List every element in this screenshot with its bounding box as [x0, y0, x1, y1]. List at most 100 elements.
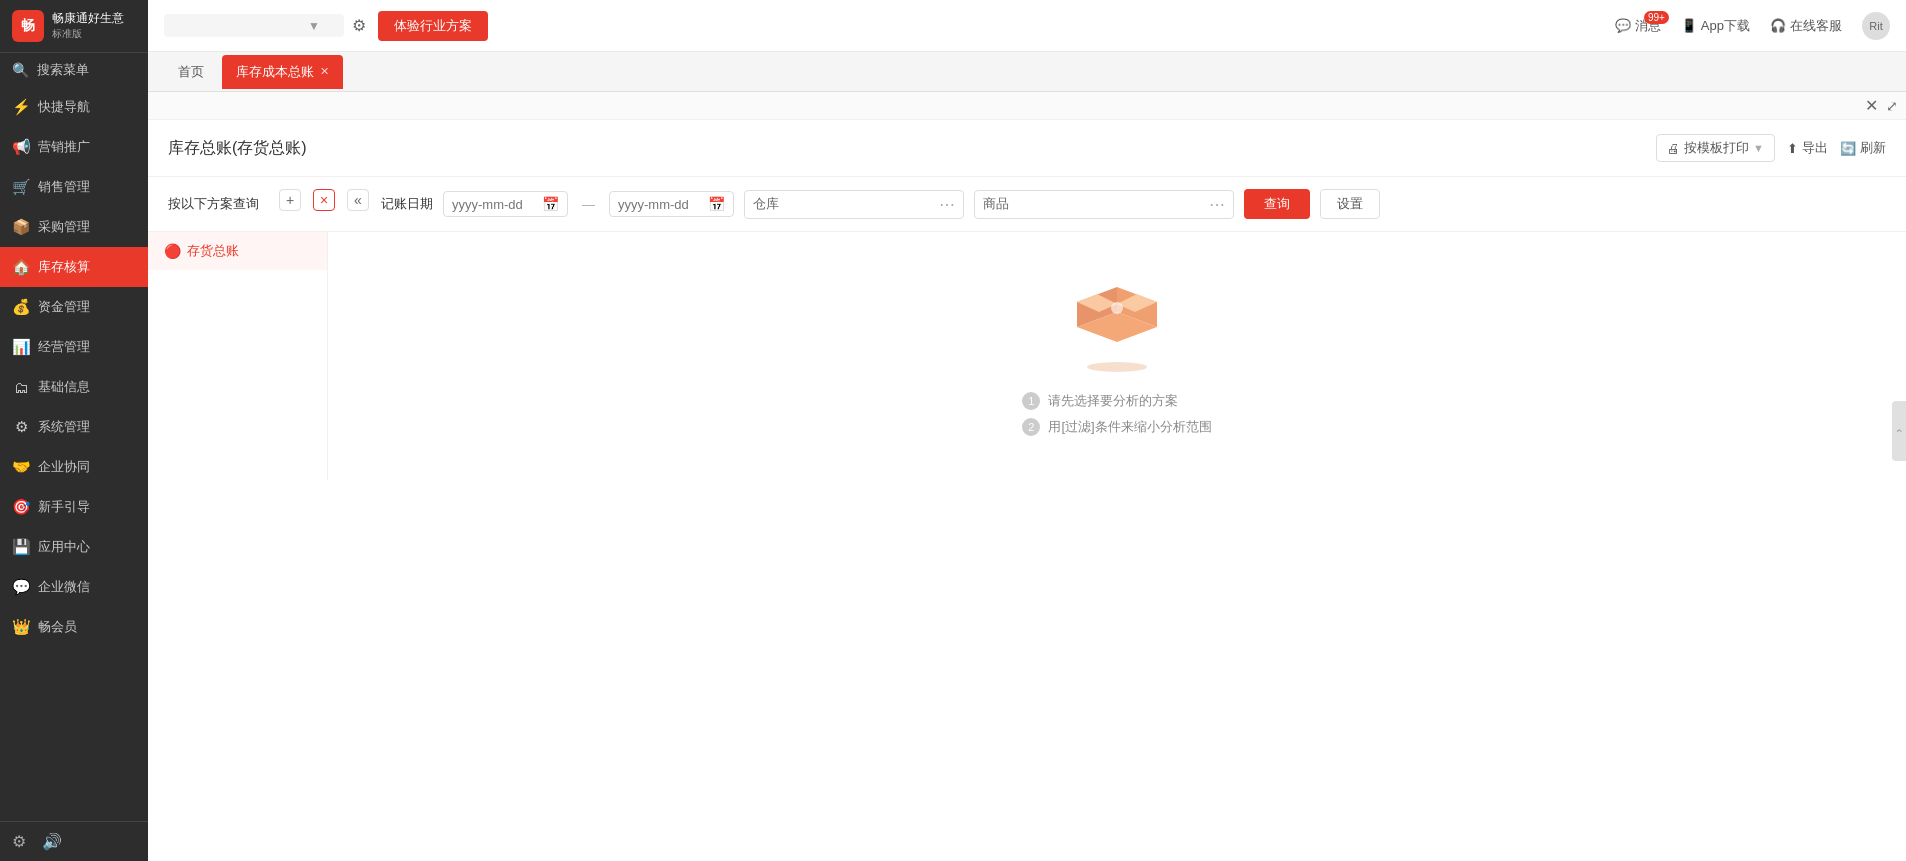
- online-service-action[interactable]: 🎧 在线客服: [1770, 17, 1842, 35]
- sidebar-item-finance[interactable]: 💰 资金管理: [0, 287, 148, 327]
- expand-icon[interactable]: ⤢: [1886, 98, 1898, 114]
- app-logo: 畅 畅康通好生意 标准版: [0, 0, 148, 53]
- guide-icon: 🎯: [12, 498, 30, 516]
- hint-number-1: 1: [1022, 392, 1040, 410]
- sidebar-item-purchase[interactable]: 📦 采购管理: [0, 207, 148, 247]
- sidebar-item-system[interactable]: ⚙ 系统管理: [0, 407, 148, 447]
- date-from-field[interactable]: [452, 197, 542, 212]
- scheme-icon: 🔴: [164, 243, 181, 259]
- sidebar-item-sales[interactable]: 🛒 销售管理: [0, 167, 148, 207]
- sidebar-nav: ⚡ 快捷导航 📢 营销推广 🛒 销售管理 📦 采购管理 🏠 库存核算 💰 资金管…: [0, 87, 148, 821]
- sidebar-item-quick-nav[interactable]: ⚡ 快捷导航: [0, 87, 148, 127]
- search-label: 搜索菜单: [37, 61, 89, 79]
- filter-collapse-button[interactable]: «: [347, 189, 369, 211]
- sidebar-search[interactable]: 🔍 搜索菜单: [0, 53, 148, 87]
- sidebar-item-marketing[interactable]: 📢 营销推广: [0, 127, 148, 167]
- date-from-input[interactable]: 📅: [443, 191, 568, 217]
- gear-icon[interactable]: ⚙: [352, 16, 366, 35]
- date-to-field[interactable]: [618, 197, 708, 212]
- sidebar-item-guide[interactable]: 🎯 新手引导: [0, 487, 148, 527]
- sidebar: 畅 畅康通好生意 标准版 🔍 搜索菜单 ⚡ 快捷导航 📢 营销推广 🛒 销售管理…: [0, 0, 148, 861]
- main-area: ▼ ⚙ 体验行业方案 💬 消息 99+ 📱 App下载 🎧 在线客服 Rit: [148, 0, 1906, 861]
- print-button[interactable]: 🖨 按模板打印 ▼: [1656, 134, 1775, 162]
- chevron-down-icon[interactable]: ▼: [1753, 142, 1764, 154]
- search-input[interactable]: [174, 18, 304, 33]
- tab-home-label: 首页: [178, 63, 204, 81]
- sidebar-item-label: 企业微信: [38, 578, 136, 596]
- search-area[interactable]: ▼: [164, 14, 344, 37]
- chevron-down-icon[interactable]: ▼: [308, 19, 320, 33]
- refresh-label: 刷新: [1860, 139, 1886, 157]
- user-profile[interactable]: Rit: [1862, 12, 1890, 40]
- print-label: 按模板打印: [1684, 139, 1749, 157]
- sidebar-item-label: 企业协同: [38, 458, 136, 476]
- app-download-label: App下载: [1701, 17, 1750, 35]
- scheme-item-inventory-ledger[interactable]: 🔴 存货总账: [148, 232, 327, 270]
- purchase-icon: 📦: [12, 218, 30, 236]
- speaker-icon[interactable]: 🔊: [42, 832, 62, 851]
- app-badge: 标准版: [52, 27, 124, 41]
- warehouse-selector[interactable]: 仓库 ⋯: [744, 190, 964, 219]
- settings-icon[interactable]: ⚙: [12, 832, 26, 851]
- sidebar-item-membership[interactable]: 👑 畅会员: [0, 607, 148, 647]
- filter-add-button[interactable]: +: [279, 189, 301, 211]
- export-button[interactable]: ⬆ 导出: [1787, 139, 1828, 157]
- product-label: 商品: [983, 195, 1209, 213]
- tab-home[interactable]: 首页: [164, 55, 218, 89]
- content-topbar: ✕ ⤢: [148, 92, 1906, 120]
- filter-remove-button[interactable]: ×: [313, 189, 335, 211]
- hint-item-1: 1 请先选择要分析的方案: [1022, 388, 1211, 414]
- refresh-button[interactable]: 🔄 刷新: [1840, 139, 1886, 157]
- svg-point-0: [1087, 362, 1147, 372]
- empty-hints: 1 请先选择要分析的方案 2 用[过滤]条件来缩小分析范围: [1022, 388, 1211, 440]
- warehouse-label: 仓库: [753, 195, 939, 213]
- sidebar-item-basic[interactable]: 🗂 基础信息: [0, 367, 148, 407]
- edge-icon: ‹: [1894, 429, 1905, 432]
- phone-icon: 📱: [1681, 18, 1697, 33]
- online-service-label: 在线客服: [1790, 17, 1842, 35]
- scheme-panel: 🔴 存货总账: [148, 232, 328, 480]
- app-download-action[interactable]: 📱 App下载: [1681, 17, 1750, 35]
- logo-icon: 畅: [12, 10, 44, 42]
- sidebar-item-appstore[interactable]: 💾 应用中心: [0, 527, 148, 567]
- calendar-icon[interactable]: 📅: [708, 196, 725, 212]
- right-edge-tab[interactable]: ‹: [1892, 401, 1906, 461]
- settings-button[interactable]: 设置: [1320, 189, 1380, 219]
- query-button[interactable]: 查询: [1244, 189, 1310, 219]
- quick-nav-icon: ⚡: [12, 98, 30, 116]
- content-area: 库存总账(存货总账) 🖨 按模板打印 ▼ ⬆ 导出 🔄 刷新 按以下方案查询: [148, 120, 1906, 861]
- finance-icon: 💰: [12, 298, 30, 316]
- sales-icon: 🛒: [12, 178, 30, 196]
- trial-button[interactable]: 体验行业方案: [378, 11, 488, 41]
- sidebar-item-label: 经营管理: [38, 338, 136, 356]
- sidebar-item-inventory[interactable]: 🏠 库存核算: [0, 247, 148, 287]
- message-action[interactable]: 💬 消息 99+: [1615, 17, 1661, 35]
- close-button[interactable]: ✕: [1865, 96, 1878, 115]
- sidebar-item-label: 资金管理: [38, 298, 136, 316]
- close-icon[interactable]: ✕: [320, 65, 329, 78]
- topbar: ▼ ⚙ 体验行业方案 💬 消息 99+ 📱 App下载 🎧 在线客服 Rit: [148, 0, 1906, 52]
- sidebar-item-enterprise[interactable]: 🤝 企业协同: [0, 447, 148, 487]
- more-icon[interactable]: ⋯: [939, 195, 955, 214]
- hint-text-1: 请先选择要分析的方案: [1048, 388, 1178, 414]
- more-icon[interactable]: ⋯: [1209, 195, 1225, 214]
- date-to-input[interactable]: 📅: [609, 191, 734, 217]
- empty-state: 1 请先选择要分析的方案 2 用[过滤]条件来缩小分析范围: [1022, 272, 1211, 440]
- membership-icon: 👑: [12, 618, 30, 636]
- export-icon: ⬆: [1787, 141, 1798, 156]
- search-icon: 🔍: [12, 62, 29, 78]
- sidebar-item-wechat[interactable]: 💬 企业微信: [0, 567, 148, 607]
- inventory-icon: 🏠: [12, 258, 30, 276]
- product-selector[interactable]: 商品 ⋯: [974, 190, 1234, 219]
- topbar-right: 💬 消息 99+ 📱 App下载 🎧 在线客服 Rit: [1615, 12, 1890, 40]
- tab-inventory-ledger[interactable]: 库存成本总账 ✕: [222, 55, 343, 89]
- refresh-icon: 🔄: [1840, 141, 1856, 156]
- sidebar-footer: ⚙ 🔊: [0, 821, 148, 861]
- sidebar-item-label: 新手引导: [38, 498, 136, 516]
- sidebar-item-operation[interactable]: 📊 经营管理: [0, 327, 148, 367]
- page-header: 库存总账(存货总账) 🖨 按模板打印 ▼ ⬆ 导出 🔄 刷新: [148, 120, 1906, 177]
- printer-icon: 🖨: [1667, 141, 1680, 156]
- calendar-icon[interactable]: 📅: [542, 196, 559, 212]
- sidebar-item-label: 基础信息: [38, 378, 136, 396]
- sidebar-item-label: 系统管理: [38, 418, 136, 436]
